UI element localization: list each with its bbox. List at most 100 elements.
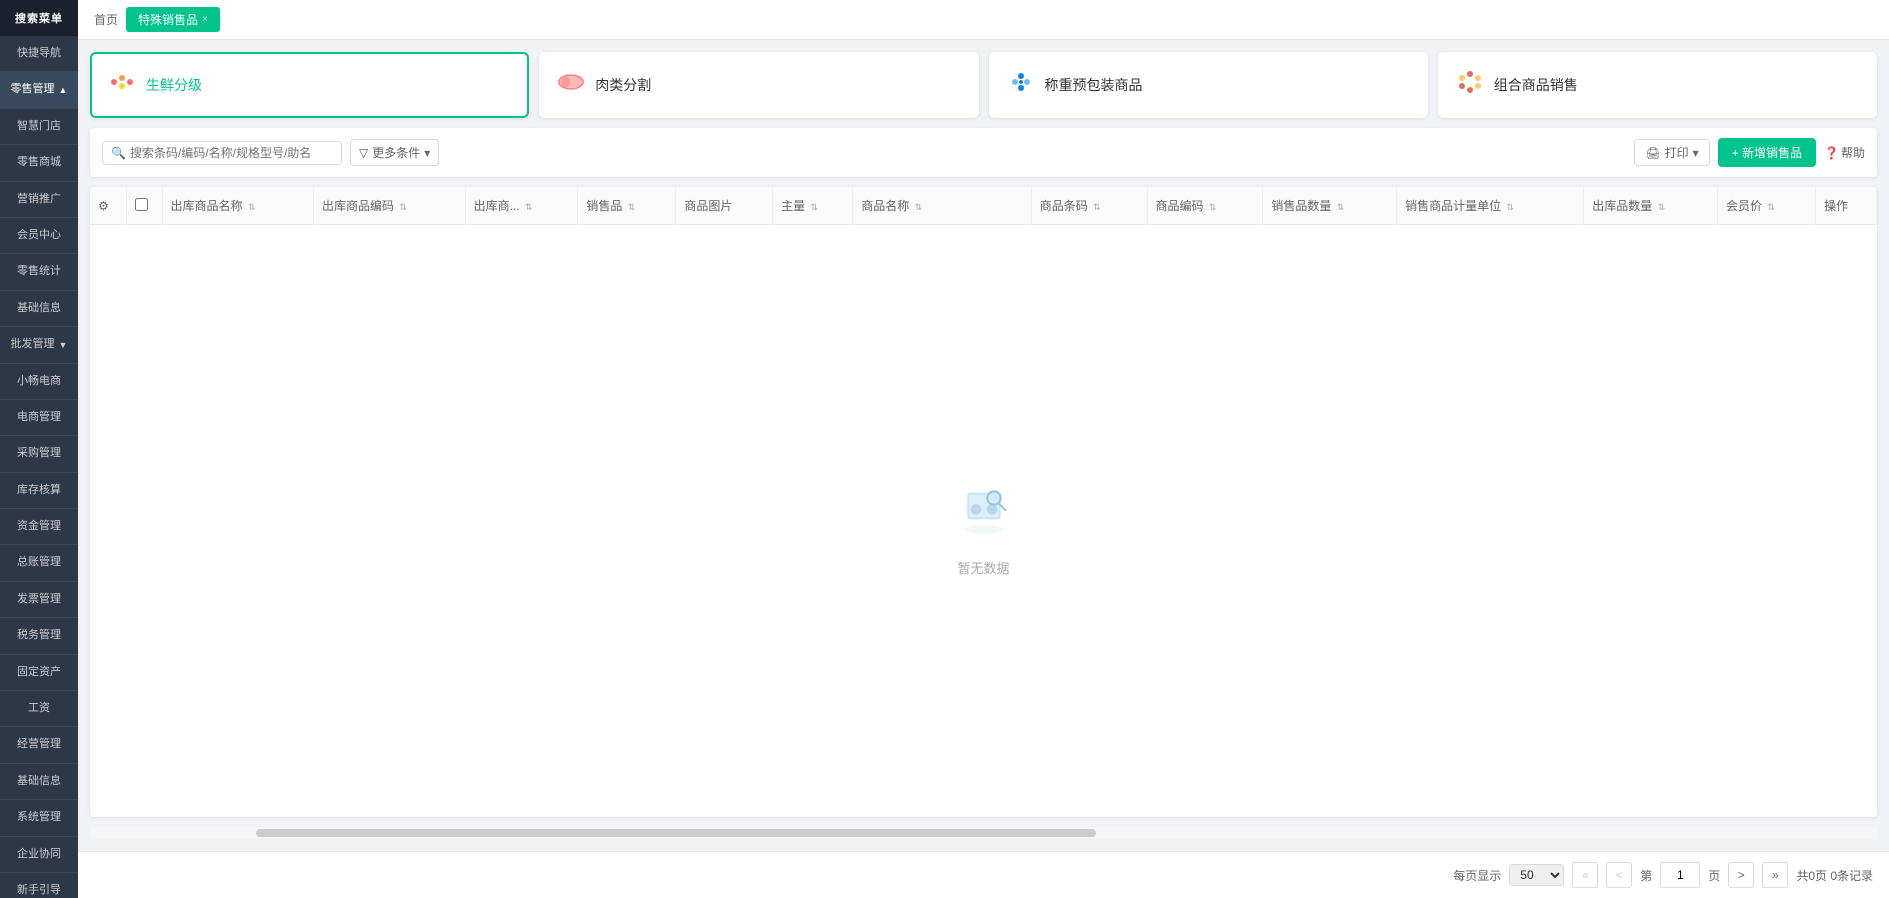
- sidebar-item-enterprise[interactable]: 企业协同: [0, 837, 78, 873]
- toolbar-left: 🔍 ▽ 更多条件 ▾: [102, 139, 439, 166]
- print-button[interactable]: 🖨 打印 ▾: [1634, 139, 1709, 166]
- sort-icon[interactable]: ⇅: [915, 202, 923, 212]
- next-page-button[interactable]: >: [1728, 862, 1754, 888]
- tab-card-fresh[interactable]: 生鲜分级: [90, 52, 529, 118]
- tab-card-meat[interactable]: 肉类分割: [539, 52, 978, 118]
- sidebar-item-label: 电商管理: [17, 410, 61, 425]
- weigh-icon: [1007, 68, 1035, 102]
- h-scrollbar-thumb[interactable]: [256, 829, 1096, 837]
- sort-icon[interactable]: ⇅: [1093, 202, 1101, 212]
- sidebar-item-marketing[interactable]: 营销推广: [0, 182, 78, 218]
- prev-page-button[interactable]: <: [1606, 862, 1632, 888]
- sidebar-logo[interactable]: 搜索菜单: [0, 0, 78, 36]
- sort-icon[interactable]: ⇅: [1209, 202, 1217, 212]
- topbar-tab-label: 特殊销售品: [138, 11, 198, 28]
- sidebar-item-label: 采购管理: [17, 446, 61, 461]
- th-action: 操作: [1815, 187, 1876, 225]
- sidebar-item-wage[interactable]: 工资: [0, 691, 78, 727]
- sort-icon[interactable]: ⇅: [399, 202, 407, 212]
- first-page-button[interactable]: «: [1572, 862, 1598, 888]
- sort-icon[interactable]: ⇅: [525, 202, 533, 212]
- sidebar-item-label: 资金管理: [17, 519, 61, 534]
- topbar-active-tab[interactable]: 特殊销售品 ×: [126, 7, 220, 32]
- sidebar-item-finance[interactable]: 资金管理: [0, 509, 78, 545]
- sidebar-item-label: 经营管理: [17, 737, 61, 752]
- th-setting[interactable]: ⚙: [90, 187, 126, 225]
- sort-icon[interactable]: ⇅: [628, 202, 636, 212]
- th-sale-qty: 销售品数量 ⇅: [1263, 187, 1397, 225]
- sidebar-item-label: 固定资产: [17, 665, 61, 680]
- th-checkbox[interactable]: [126, 187, 162, 225]
- page-label: 第: [1640, 867, 1652, 884]
- topbar-home-link[interactable]: 首页: [94, 11, 118, 28]
- sidebar-item-newbie[interactable]: 新手引导: [0, 873, 78, 898]
- sidebar-item-inventory[interactable]: 库存核算: [0, 473, 78, 509]
- pagination-bar: 每页显示 50 10 20 100 « < 第 页 > » 共0页 0条记录: [78, 851, 1889, 898]
- meat-icon: [557, 71, 585, 99]
- sidebar-item-ledger[interactable]: 总账管理: [0, 545, 78, 581]
- sidebar-item-member[interactable]: 会员中心: [0, 218, 78, 254]
- sidebar-item-invoice[interactable]: 发票管理: [0, 582, 78, 618]
- page-size-select[interactable]: 50 10 20 100: [1509, 864, 1564, 886]
- table-wrap: ⚙ 出库商品名称 ⇅ 出库商品编码 ⇅: [90, 187, 1877, 817]
- th-out-name: 出库商品名称 ⇅: [162, 187, 314, 225]
- sidebar-item-xiaochang[interactable]: 小畅电商: [0, 364, 78, 400]
- sidebar-item-label: 工资: [28, 701, 50, 716]
- toolbar-right: 🖨 打印 ▾ + 新增销售品 ❓ 帮助: [1634, 138, 1865, 167]
- th-goods-code: 商品编码 ⇅: [1147, 187, 1263, 225]
- sidebar-item-fixedasset[interactable]: 固定资产: [0, 655, 78, 691]
- help-button[interactable]: ❓ 帮助: [1824, 144, 1865, 161]
- fresh-icon: [108, 68, 136, 102]
- sidebar-item-wholesale[interactable]: 批发管理 ▼: [0, 327, 78, 363]
- tab-card-weigh[interactable]: 称重预包装商品: [989, 52, 1428, 118]
- sidebar-item-purchase[interactable]: 采购管理: [0, 436, 78, 472]
- last-page-button[interactable]: »: [1762, 862, 1788, 888]
- combo-icon: [1456, 68, 1484, 102]
- select-all-checkbox[interactable]: [135, 198, 148, 211]
- sort-icon[interactable]: ⇅: [1506, 202, 1514, 212]
- sidebar-item-basicinfo1[interactable]: 基础信息: [0, 291, 78, 327]
- sidebar-item-sysmanage[interactable]: 系统管理: [0, 800, 78, 836]
- filter-button[interactable]: ▽ 更多条件 ▾: [350, 139, 439, 166]
- sidebar-item-basicinfo2[interactable]: 基础信息: [0, 764, 78, 800]
- search-input[interactable]: [130, 146, 333, 160]
- sidebar-item-label: 批发管理: [11, 337, 55, 352]
- sidebar-item-label: 系统管理: [17, 810, 61, 825]
- sidebar-item-label: 智慧门店: [17, 119, 61, 134]
- sidebar-item-ecommerce[interactable]: 电商管理: [0, 400, 78, 436]
- tab-card-fresh-label: 生鲜分级: [146, 75, 202, 95]
- sidebar-item-label: 库存核算: [17, 483, 61, 498]
- sidebar-item-label: 小畅电商: [17, 374, 61, 389]
- sidebar-item-quicknav[interactable]: 快捷导航: [0, 36, 78, 72]
- sidebar-item-smartstore[interactable]: 智慧门店: [0, 109, 78, 145]
- sort-icon[interactable]: ⇅: [810, 202, 818, 212]
- th-image: 商品图片: [676, 187, 773, 225]
- th-out-code: 出库商品编码 ⇅: [314, 187, 466, 225]
- sidebar-item-retail[interactable]: 零售管理 ▲: [0, 72, 78, 108]
- page-unit: 页: [1708, 867, 1720, 884]
- th-weight: 主量 ⇅: [773, 187, 853, 225]
- sort-icon[interactable]: ⇅: [248, 202, 256, 212]
- sidebar-item-bizmanage[interactable]: 经营管理: [0, 727, 78, 763]
- h-scrollbar[interactable]: [90, 827, 1877, 839]
- page-input[interactable]: [1660, 862, 1700, 888]
- sidebar-item-label: 零售商城: [17, 155, 61, 170]
- sidebar-item-tax[interactable]: 税务管理: [0, 618, 78, 654]
- topbar-tab-close-icon[interactable]: ×: [202, 14, 208, 25]
- sidebar-item-label: 快捷导航: [17, 46, 61, 61]
- sidebar-item-retailstat[interactable]: 零售统计: [0, 254, 78, 290]
- main-content: 首页 特殊销售品 × 生鲜分级: [78, 0, 1889, 898]
- sort-icon[interactable]: ⇅: [1658, 202, 1666, 212]
- sort-icon[interactable]: ⇅: [1767, 202, 1775, 212]
- sidebar-item-label: 基础信息: [17, 774, 61, 789]
- page-container: 生鲜分级 肉类分割: [78, 40, 1889, 851]
- tab-card-combo[interactable]: 组合商品销售: [1438, 52, 1877, 118]
- sidebar-item-label: 发票管理: [17, 592, 61, 607]
- help-icon: ❓: [1824, 146, 1839, 160]
- add-sale-item-button[interactable]: + 新增销售品: [1718, 138, 1816, 167]
- search-input-wrap[interactable]: 🔍: [102, 141, 342, 165]
- chevron-down-icon-wholesale: ▼: [59, 339, 68, 352]
- sidebar-item-retailmall[interactable]: 零售商城: [0, 145, 78, 181]
- sidebar-item-label: 税务管理: [17, 628, 61, 643]
- sort-icon[interactable]: ⇅: [1337, 202, 1345, 212]
